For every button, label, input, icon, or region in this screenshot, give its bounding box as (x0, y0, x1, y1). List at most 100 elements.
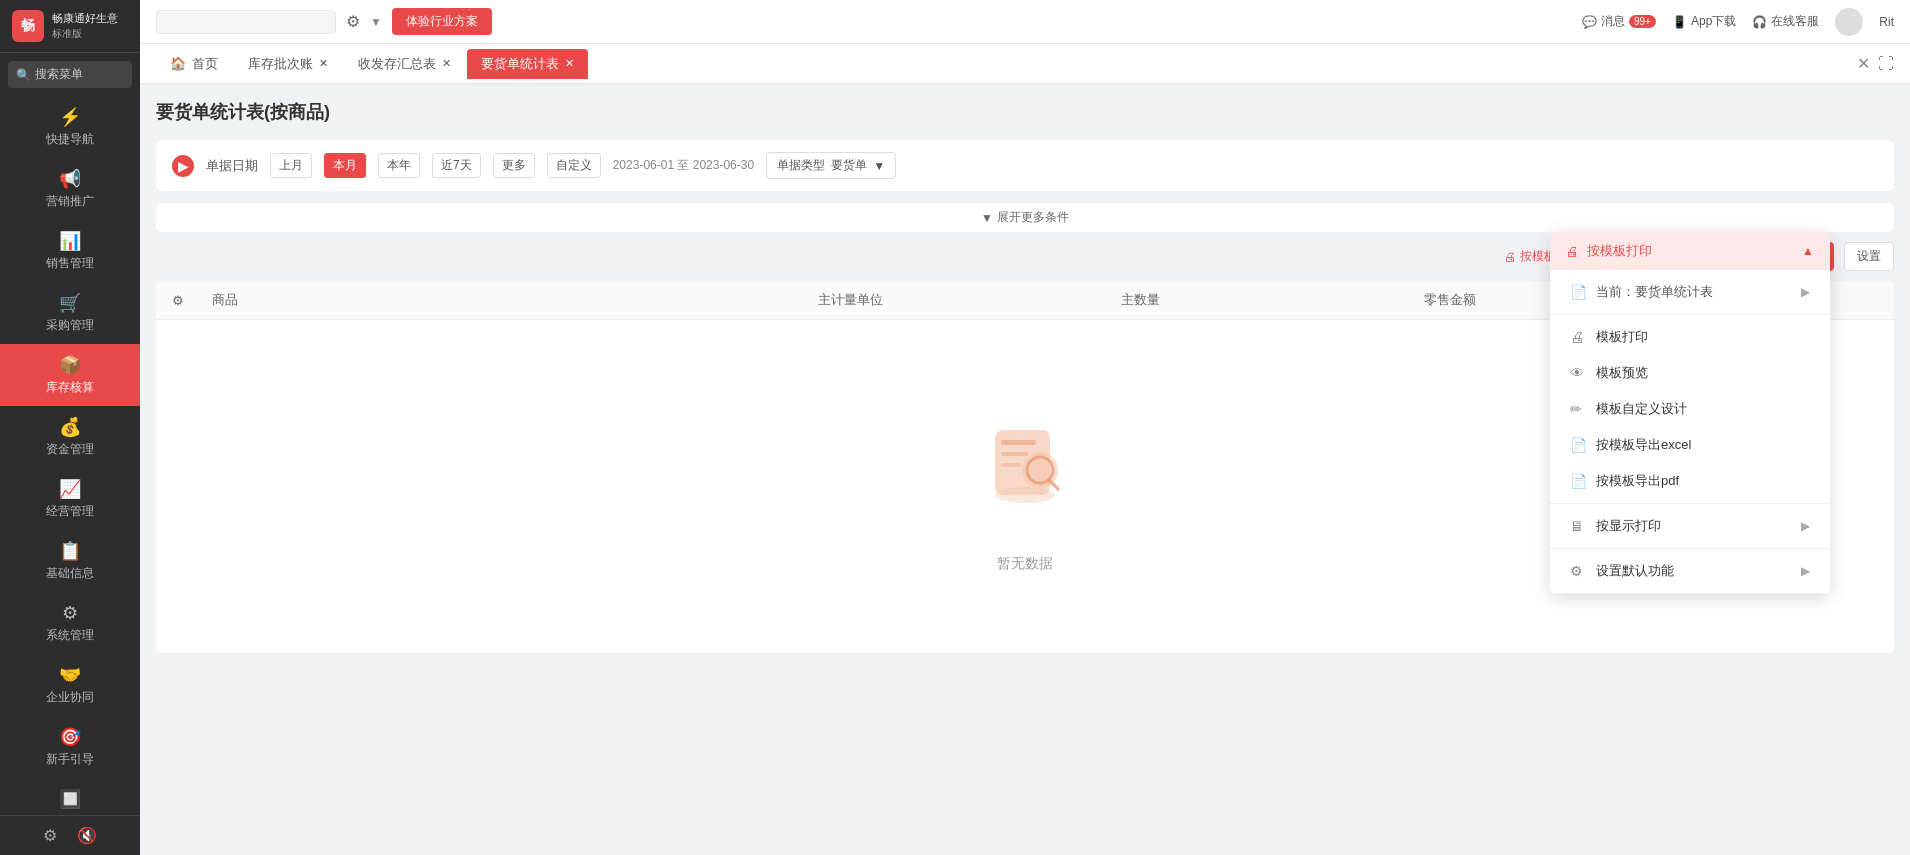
sidebar-item-label: 采购管理 (46, 317, 94, 334)
expand-tab-btn[interactable]: ⛶ (1878, 55, 1894, 73)
search-icon: 🔍 (16, 68, 31, 82)
gear-icon[interactable]: ⚙ (346, 12, 360, 31)
topbar-search-input[interactable] (156, 10, 336, 34)
headset-icon: 🎧 (1752, 15, 1767, 29)
online-support-label: 在线客服 (1771, 13, 1819, 30)
topbar-right: 💬 消息 99+ 📱 App下载 🎧 在线客服 Rit (1582, 8, 1894, 36)
print-dropdown-menu: 🖨 按模板打印 ▲ 📄 当前：要货单统计表 ▶ 🖨 模板打印 👁 (1550, 232, 1830, 594)
tab-receipt-summary-close[interactable]: ✕ (442, 57, 451, 70)
prev-month-btn[interactable]: 上月 (270, 153, 312, 178)
logo-sub: 标准版 (52, 27, 118, 41)
sidebar-item-purchase[interactable]: 🛒 采购管理 (0, 282, 140, 344)
svg-rect-2 (1001, 440, 1036, 445)
online-support-btn[interactable]: 🎧 在线客服 (1752, 13, 1819, 30)
template-preview-icon: 👁 (1570, 365, 1586, 381)
sidebar-item-quick-nav[interactable]: ⚡ 快捷导航 (0, 96, 140, 158)
experience-industry-btn[interactable]: 体验行业方案 (392, 8, 492, 35)
current-year-btn[interactable]: 本年 (378, 153, 420, 178)
current-month-btn[interactable]: 本月 (324, 153, 366, 178)
sidebar-item-label: 经营管理 (46, 503, 94, 520)
settings-col-icon[interactable]: ⚙ (172, 293, 184, 308)
type-value: 要货单 (831, 157, 867, 174)
col-unit: 主计量单位 (818, 291, 1121, 309)
type-select[interactable]: 单据类型 要货单 ▼ (766, 152, 896, 179)
export-pdf-icon: 📄 (1570, 473, 1586, 489)
sidebar-item-marketing[interactable]: 📢 营销推广 (0, 158, 140, 220)
sidebar-item-app-center[interactable]: 🔲 应用中心 (0, 778, 140, 815)
sidebar-item-guide[interactable]: 🎯 新手引导 (0, 716, 140, 778)
filter-expand-btn[interactable]: ▶ (172, 155, 194, 177)
mute-icon[interactable]: 🔇 (77, 826, 97, 845)
type-label: 单据类型 (777, 157, 825, 174)
logo: 畅 畅康通好生意 标准版 (0, 0, 140, 53)
sidebar-item-collab[interactable]: 🤝 企业协同 (0, 654, 140, 716)
sidebar-item-base-info[interactable]: 📋 基础信息 (0, 530, 140, 592)
dropdown-current-template[interactable]: 📄 当前：要货单统计表 ▶ (1550, 274, 1830, 310)
dropdown-set-default[interactable]: ⚙ 设置默认功能 ▶ (1550, 553, 1830, 589)
inventory-icon: 📦 (59, 354, 81, 376)
sidebar-item-label: 企业协同 (46, 689, 94, 706)
sidebar-item-operations[interactable]: 📈 经营管理 (0, 468, 140, 530)
tab-home[interactable]: 🏠 首页 (156, 49, 232, 79)
tabs-bar: 🏠 首页 库存批次账 ✕ 收发存汇总表 ✕ 要货单统计表 ✕ ✕ ⛶ (140, 44, 1910, 84)
date-label: 单据日期 (206, 157, 258, 175)
current-template-icon: 📄 (1570, 284, 1586, 300)
svg-rect-4 (1001, 463, 1021, 467)
sidebar-item-label: 资金管理 (46, 441, 94, 458)
export-pdf-label: 按模板导出pdf (1596, 472, 1810, 490)
dropdown-template-export-pdf[interactable]: 📄 按模板导出pdf (1550, 463, 1830, 499)
expand-more-btn[interactable]: ▼ 展开更多条件 (981, 209, 1069, 226)
chevron-down-icon: ▼ (981, 211, 993, 225)
tab-home-label: 首页 (192, 55, 218, 73)
current-template-label: 当前：要货单统计表 (1596, 283, 1791, 301)
close-tab-btn[interactable]: ✕ (1857, 54, 1870, 73)
template-custom-label: 模板自定义设计 (1596, 400, 1810, 418)
dropdown-template-preview[interactable]: 👁 模板预览 (1550, 355, 1830, 391)
app-download-btn[interactable]: 📱 App下载 (1672, 13, 1736, 30)
export-excel-label: 按模板导出excel (1596, 436, 1810, 454)
custom-date-btn[interactable]: 自定义 (547, 153, 601, 178)
tab-receipt-summary[interactable]: 收发存汇总表 ✕ (344, 49, 465, 79)
tab-receipt-summary-label: 收发存汇总表 (358, 55, 436, 73)
dropdown-display-print[interactable]: 🖥 按显示打印 ▶ (1550, 508, 1830, 544)
last-7-days-btn[interactable]: 近7天 (432, 153, 481, 178)
dropdown-collapse-btn[interactable]: ▲ (1802, 244, 1814, 258)
date-range-display: 2023-06-01 至 2023-06-30 (613, 157, 754, 174)
display-print-icon: 🖥 (1570, 518, 1586, 534)
nav-menu: ⚡ 快捷导航 📢 营销推广 📊 销售管理 🛒 采购管理 📦 库存核算 💰 资金管… (0, 96, 140, 815)
settings-bottom-icon[interactable]: ⚙ (43, 826, 57, 845)
sidebar-item-sales[interactable]: 📊 销售管理 (0, 220, 140, 282)
template-print-label: 模板打印 (1596, 328, 1810, 346)
chevron-down-icon: ▼ (873, 159, 885, 173)
more-date-btn[interactable]: 更多 (493, 153, 535, 178)
sidebar-item-label: 基础信息 (46, 565, 94, 582)
dropdown-current-section: 📄 当前：要货单统计表 ▶ (1550, 270, 1830, 315)
tab-inventory-batch[interactable]: 库存批次账 ✕ (234, 49, 342, 79)
dropdown-arrow-icon[interactable]: ▼ (370, 15, 382, 29)
search-menu-btn[interactable]: 🔍 搜索菜单 (8, 61, 132, 88)
dropdown-template-custom[interactable]: ✏ 模板自定义设计 (1550, 391, 1830, 427)
col-product: 商品 (212, 291, 818, 309)
marketing-icon: 📢 (59, 168, 81, 190)
sidebar-item-finance[interactable]: 💰 资金管理 (0, 406, 140, 468)
set-default-icon: ⚙ (1570, 563, 1586, 579)
avatar[interactable] (1835, 8, 1863, 36)
settings-btn[interactable]: 设置 (1844, 242, 1894, 271)
topbar-left: ⚙ ▼ 体验行业方案 (156, 8, 492, 35)
message-btn[interactable]: 💬 消息 99+ (1582, 13, 1656, 30)
sidebar-item-label: 新手引导 (46, 751, 94, 768)
template-custom-icon: ✏ (1570, 401, 1586, 417)
message-label: 消息 (1601, 13, 1625, 30)
tab-order-stats[interactable]: 要货单统计表 ✕ (467, 49, 588, 79)
logo-text-block: 畅康通好生意 标准版 (52, 11, 118, 40)
tab-inventory-batch-close[interactable]: ✕ (319, 57, 328, 70)
dropdown-template-export-excel[interactable]: 📄 按模板导出excel (1550, 427, 1830, 463)
dropdown-template-print[interactable]: 🖨 模板打印 (1550, 319, 1830, 355)
tab-order-stats-close[interactable]: ✕ (565, 57, 574, 70)
empty-text: 暂无数据 (997, 555, 1053, 573)
home-icon: 🏠 (170, 56, 186, 71)
sidebar-item-inventory[interactable]: 📦 库存核算 (0, 344, 140, 406)
user-name: Rit (1879, 15, 1894, 29)
topbar: ⚙ ▼ 体验行业方案 💬 消息 99+ 📱 App下载 🎧 在线客服 Rit (140, 0, 1910, 44)
sidebar-item-system[interactable]: ⚙ 系统管理 (0, 592, 140, 654)
